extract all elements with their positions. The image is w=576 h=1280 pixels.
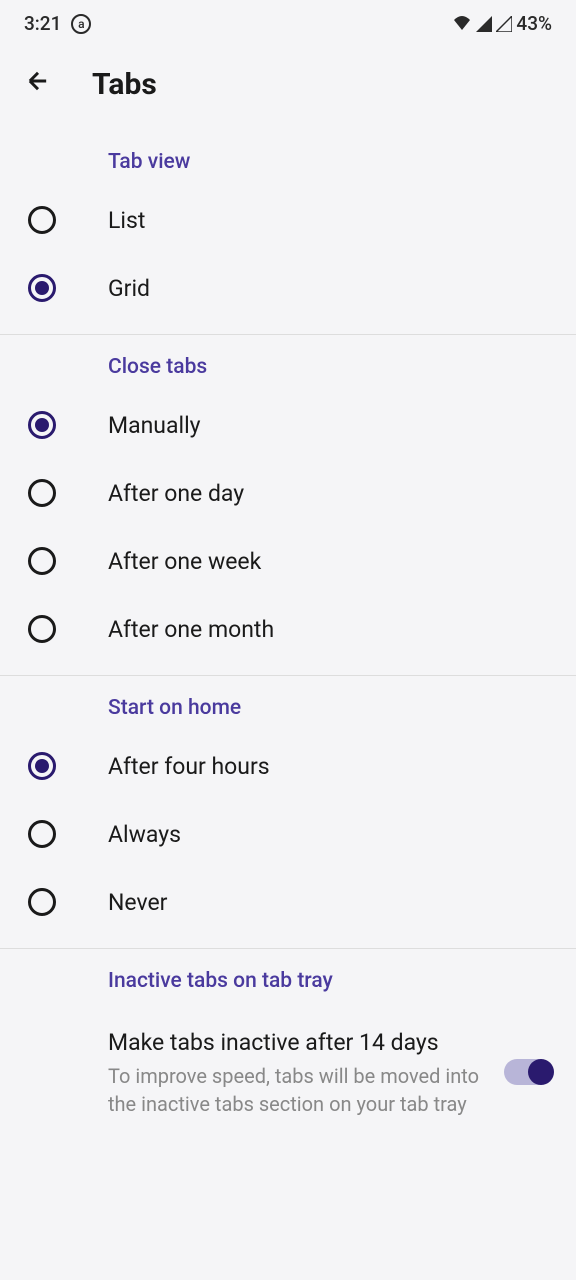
option-after-week[interactable]: After one week: [0, 527, 576, 595]
radio-icon-selected: [28, 274, 56, 302]
option-label: After one day: [108, 480, 244, 507]
radio-icon: [28, 888, 56, 916]
status-bar: 3:21 a 43%: [0, 0, 576, 43]
option-label: After four hours: [108, 753, 270, 780]
option-label: Never: [108, 889, 167, 916]
section-title-start-home: Start on home: [0, 676, 576, 732]
radio-icon-selected: [28, 411, 56, 439]
option-list[interactable]: List: [0, 186, 576, 254]
option-label: After one week: [108, 548, 261, 575]
option-label: List: [108, 207, 145, 234]
section-tab-view: Tab view List Grid: [0, 130, 576, 335]
option-label: Manually: [108, 412, 201, 439]
toggle-knob: [528, 1059, 554, 1085]
section-title-close-tabs: Close tabs: [0, 335, 576, 391]
section-inactive-tabs: Inactive tabs on tab tray Make tabs inac…: [0, 949, 576, 1154]
option-after-day[interactable]: After one day: [0, 459, 576, 527]
option-never[interactable]: Never: [0, 868, 576, 936]
radio-icon: [28, 615, 56, 643]
option-after-month[interactable]: After one month: [0, 595, 576, 663]
option-label: Always: [108, 821, 181, 848]
radio-icon: [28, 547, 56, 575]
toggle-switch[interactable]: [504, 1059, 552, 1085]
signal-icon: [476, 16, 492, 32]
battery-text: 43%: [516, 12, 552, 35]
signal-icon-2: [496, 16, 512, 32]
option-manually[interactable]: Manually: [0, 391, 576, 459]
radio-icon: [28, 479, 56, 507]
toggle-description: To improve speed, tabs will be moved int…: [108, 1062, 484, 1118]
section-title-inactive: Inactive tabs on tab tray: [0, 949, 576, 1005]
radio-icon: [28, 206, 56, 234]
status-time: 3:21: [24, 12, 61, 35]
wifi-icon: [452, 12, 472, 35]
section-start-home: Start on home After four hours Always Ne…: [0, 676, 576, 949]
lock-icon: a: [71, 14, 91, 34]
option-label: Grid: [108, 275, 150, 302]
section-title-tab-view: Tab view: [0, 130, 576, 186]
radio-icon-selected: [28, 752, 56, 780]
header: Tabs: [0, 43, 576, 130]
back-arrow-icon[interactable]: [24, 67, 52, 102]
toggle-row-inactive[interactable]: Make tabs inactive after 14 days To impr…: [0, 1005, 576, 1142]
option-grid[interactable]: Grid: [0, 254, 576, 322]
option-label: After one month: [108, 616, 274, 643]
toggle-title: Make tabs inactive after 14 days: [108, 1029, 484, 1056]
option-always[interactable]: Always: [0, 800, 576, 868]
page-title: Tabs: [92, 67, 157, 102]
option-four-hours[interactable]: After four hours: [0, 732, 576, 800]
radio-icon: [28, 820, 56, 848]
section-close-tabs: Close tabs Manually After one day After …: [0, 335, 576, 676]
